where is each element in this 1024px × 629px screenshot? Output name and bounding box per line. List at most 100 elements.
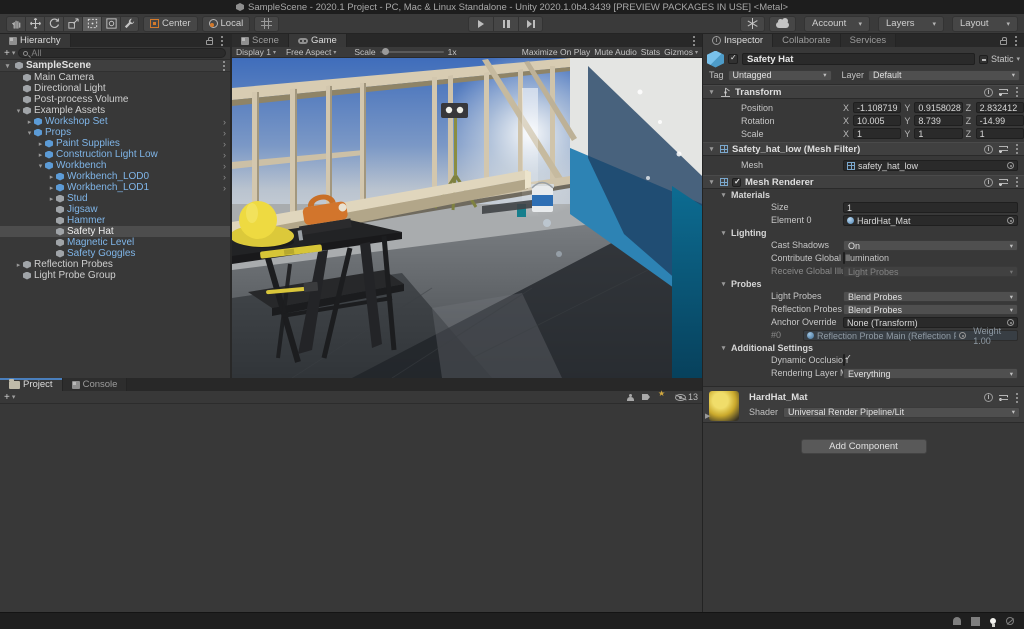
fold-arrow[interactable]: ▾ <box>707 145 716 153</box>
hierarchy-item[interactable]: Magnetic Level <box>0 237 230 248</box>
prefab-open-chevron[interactable]: › <box>223 161 227 171</box>
hierarchy-item[interactable]: ▸ Workshop Set › <box>0 116 230 127</box>
lighting-foldout[interactable]: ▾Lighting <box>703 227 1024 239</box>
create-object-button[interactable]: + <box>4 48 15 59</box>
aspect-dropdown[interactable]: Free Aspect <box>286 47 336 57</box>
collab-filter-icon[interactable] <box>627 394 634 401</box>
tab-collaborate[interactable]: Collaborate <box>773 34 841 47</box>
expand-arrow[interactable]: ▾ <box>25 129 34 137</box>
tag-dropdown[interactable]: Untagged <box>728 70 832 81</box>
tab-scene[interactable]: Scene <box>232 34 289 47</box>
rect-tool-button[interactable] <box>82 16 101 32</box>
preset-icon[interactable] <box>999 145 1008 153</box>
materials-foldout[interactable]: ▾Materials <box>703 189 1024 201</box>
pause-button[interactable] <box>493 16 518 32</box>
grid-snapping-button[interactable] <box>254 16 279 32</box>
help-icon[interactable] <box>984 145 993 154</box>
stats-toggle[interactable]: Stats <box>641 47 660 57</box>
hierarchy-item[interactable]: ▸ Construction Light Low › <box>0 149 230 160</box>
hierarchy-item[interactable]: ▸ Workbench_LOD1 › <box>0 182 230 193</box>
hierarchy-item[interactable]: ▸ Paint Supplies › <box>0 138 230 149</box>
layers-dropdown[interactable]: Layers <box>878 16 944 32</box>
tab-services[interactable]: Services <box>841 34 896 47</box>
layout-dropdown[interactable]: Layout <box>952 16 1018 32</box>
active-checkbox[interactable] <box>728 54 738 64</box>
gameobject-cube-icon[interactable] <box>707 51 724 68</box>
lock-icon[interactable] <box>206 40 213 45</box>
hierarchy-item[interactable]: ▸ Stud <box>0 193 230 204</box>
tab-hierarchy[interactable]: Hierarchy <box>0 34 71 47</box>
prefab-open-chevron[interactable]: › <box>223 117 227 127</box>
hierarchy-search-input[interactable] <box>31 48 221 58</box>
collab-status-icon[interactable] <box>953 617 961 625</box>
gameobject-name-field[interactable]: Safety Hat <box>742 53 975 65</box>
fold-arrow[interactable]: ▾ <box>707 178 716 186</box>
prefab-open-chevron[interactable]: › <box>223 172 227 182</box>
create-asset-button[interactable]: + <box>4 392 15 403</box>
x-field[interactable]: -1.108719 <box>853 102 901 113</box>
prefab-open-chevron[interactable]: › <box>223 150 227 160</box>
expand-arrow[interactable]: ▾ <box>36 162 45 170</box>
y-field[interactable]: 1 <box>914 128 962 139</box>
rendering-layer-dropdown[interactable]: Everything <box>843 368 1018 379</box>
hierarchy-item[interactable]: Light Probe Group <box>0 270 230 281</box>
cloud-services-button[interactable] <box>769 16 796 32</box>
bake-status-bulb-icon[interactable] <box>990 618 996 624</box>
play-button[interactable] <box>468 16 493 32</box>
expand-arrow[interactable]: ▸ <box>36 151 45 159</box>
tab-game[interactable]: Game <box>289 34 347 47</box>
static-dropdown[interactable]: Static <box>979 54 1020 64</box>
hierarchy-item[interactable]: Main Camera <box>0 72 230 83</box>
panel-menu-icon[interactable] <box>221 40 223 42</box>
expand-arrow[interactable]: ▾ <box>14 107 23 115</box>
mesh-renderer-header[interactable]: ▾ Mesh Renderer <box>703 175 1024 189</box>
scene-header-row[interactable]: ▾ SampleScene <box>0 60 230 72</box>
preset-icon[interactable] <box>999 88 1008 96</box>
mute-audio-toggle[interactable]: Mute Audio <box>594 47 637 57</box>
preset-icon[interactable] <box>999 178 1008 186</box>
fold-arrow[interactable]: ▾ <box>707 88 716 96</box>
expand-arrow[interactable]: ▸ <box>36 140 45 148</box>
favorites-filter-icon[interactable] <box>658 391 667 400</box>
add-component-button[interactable]: Add Component <box>801 439 927 454</box>
scale-slider-thumb[interactable] <box>382 48 389 55</box>
preset-icon[interactable] <box>999 394 1008 402</box>
tab-console[interactable]: Console <box>63 378 128 391</box>
hierarchy-item[interactable]: Directional Light <box>0 83 230 94</box>
hierarchy-item[interactable]: ▸ Workbench_LOD0 › <box>0 171 230 182</box>
help-icon[interactable] <box>984 393 993 402</box>
hierarchy-item[interactable]: Hammer <box>0 215 230 226</box>
dynamic-occlusion-checkbox[interactable] <box>843 354 845 366</box>
z-field[interactable]: 1 <box>976 128 1024 139</box>
shader-dropdown[interactable]: Universal Render Pipeline/Lit <box>783 407 1020 418</box>
hierarchy-item[interactable]: ▾ Workbench › <box>0 160 230 171</box>
scale-tool-button[interactable] <box>63 16 82 32</box>
maximize-on-play-toggle[interactable]: Maximize On Play <box>522 47 591 57</box>
tab-project[interactable]: Project <box>0 378 63 391</box>
hidden-packages-toggle[interactable]: 13 <box>675 392 698 402</box>
hierarchy-item[interactable]: Post-process Volume <box>0 94 230 105</box>
reflection-probes-dropdown[interactable]: Blend Probes <box>843 304 1018 315</box>
y-field[interactable]: 0.9158028 <box>914 102 962 113</box>
expand-arrow[interactable]: ▾ <box>3 62 12 70</box>
light-probes-dropdown[interactable]: Blend Probes <box>843 291 1018 302</box>
hierarchy-item[interactable]: ▸ Reflection Probes <box>0 259 230 270</box>
hierarchy-item[interactable]: Safety Hat <box>0 226 230 237</box>
x-field[interactable]: 10.005 <box>853 115 901 126</box>
preview-expander-arrow[interactable]: ▶ <box>705 412 710 420</box>
x-field[interactable]: 1 <box>853 128 901 139</box>
label-filter-icon[interactable] <box>642 394 650 400</box>
size-field[interactable]: 1 <box>843 202 1018 213</box>
object-picker-icon[interactable] <box>1007 162 1014 169</box>
probes-foldout[interactable]: ▾Probes <box>703 278 1024 290</box>
panel-menu-icon[interactable] <box>1015 40 1017 42</box>
rotate-tool-button[interactable] <box>44 16 63 32</box>
static-mixed-checkbox[interactable] <box>979 55 988 64</box>
prefab-open-chevron[interactable]: › <box>223 139 227 149</box>
game-viewport[interactable] <box>232 58 702 378</box>
expand-arrow[interactable]: ▸ <box>47 173 56 181</box>
custom-tool-button[interactable] <box>120 16 139 32</box>
component-menu-icon[interactable] <box>1016 397 1018 399</box>
material-preview-sphere[interactable] <box>709 391 739 421</box>
z-field[interactable]: 2.832412 <box>976 102 1024 113</box>
